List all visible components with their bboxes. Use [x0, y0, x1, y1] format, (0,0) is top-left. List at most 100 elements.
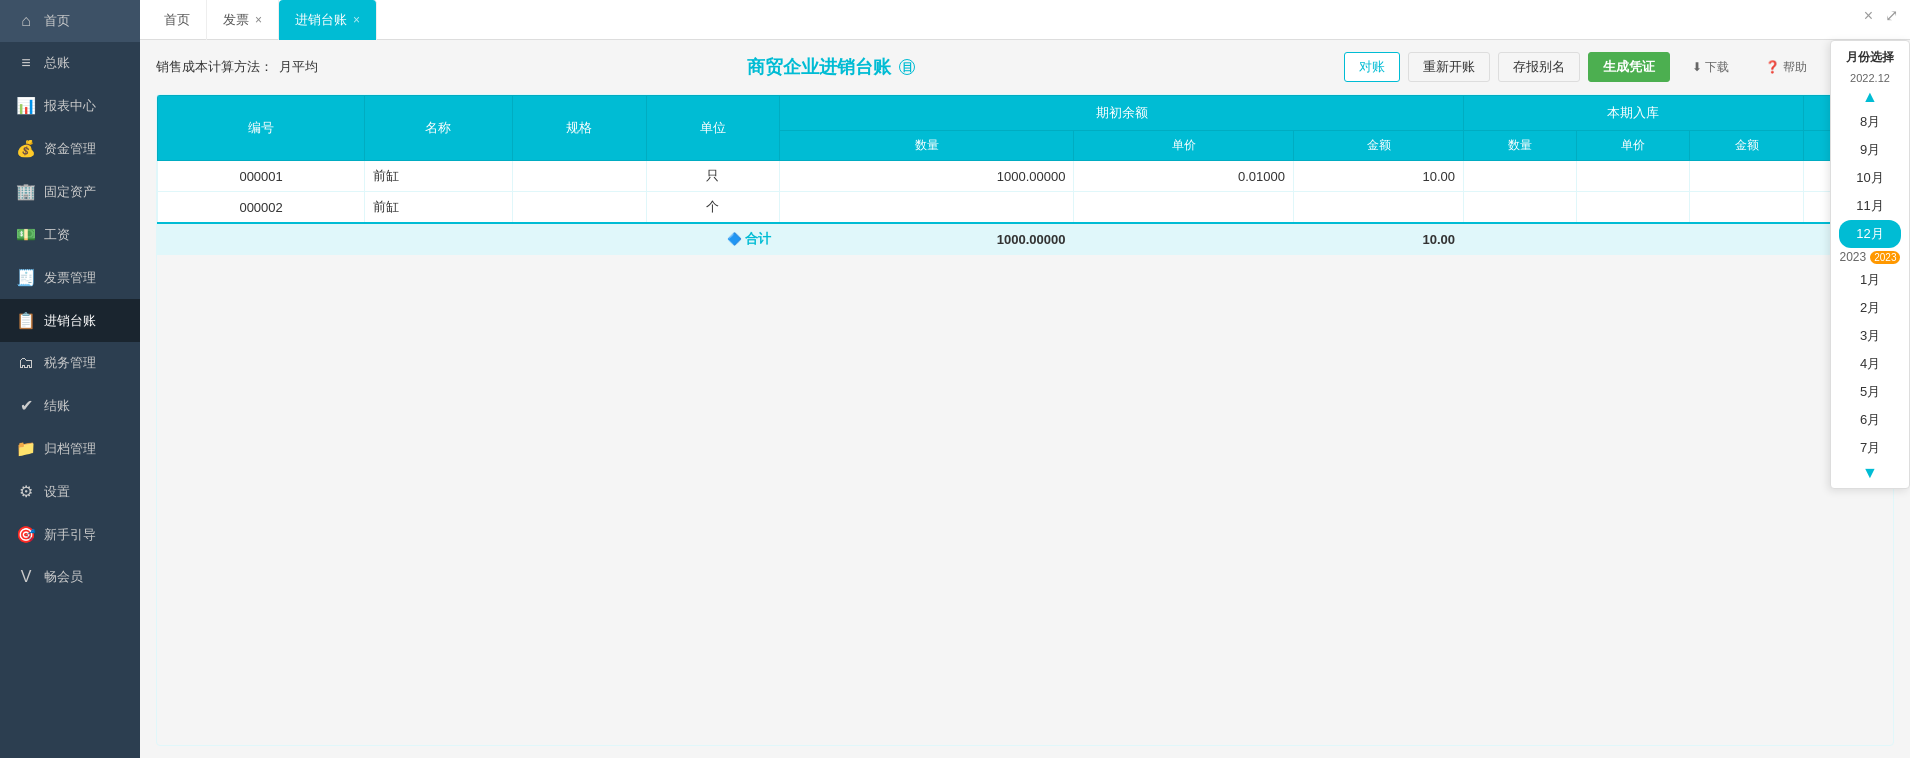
- month-nav-up: ▲: [1831, 86, 1909, 108]
- sidebar-item-label: 结账: [44, 397, 70, 415]
- month-nav-up-button[interactable]: ▲: [1858, 88, 1882, 106]
- col-name-header: 名称: [365, 96, 513, 161]
- sidebar-item-label: 总账: [44, 54, 70, 72]
- month-item-3[interactable]: 3月: [1831, 322, 1909, 350]
- close-accounts-icon: ✔: [16, 396, 36, 415]
- archive-icon: 📁: [16, 439, 36, 458]
- month-item-2[interactable]: 2月: [1831, 294, 1909, 322]
- col-period-amount-header: 金额: [1294, 131, 1464, 161]
- table-body: 000001 前缸 只 1000.00000 0.01000 10.00 000…: [158, 161, 1893, 255]
- reopen-button[interactable]: 重新开账: [1408, 52, 1490, 82]
- col-in-amount-header: 金额: [1690, 131, 1803, 161]
- help-button[interactable]: ❓ 帮助: [1751, 54, 1821, 81]
- month-selector-header: 月份选择: [1831, 45, 1909, 70]
- month-nav-down: ▼: [1831, 462, 1909, 484]
- row-unit: 个: [646, 192, 780, 224]
- cost-method-value: 月平均: [279, 58, 318, 76]
- month-item-4[interactable]: 4月: [1831, 350, 1909, 378]
- tab-invoice-close[interactable]: ×: [255, 13, 262, 27]
- tab-purchase-sales-close[interactable]: ×: [353, 13, 360, 27]
- sidebar-item-vip[interactable]: V 畅会员: [0, 556, 140, 598]
- reconcile-button[interactable]: 对账: [1344, 52, 1400, 82]
- maximize-window-button[interactable]: ⤢: [1881, 4, 1902, 27]
- close-window-button[interactable]: ×: [1860, 5, 1877, 27]
- window-controls: × ⤢: [1852, 0, 1910, 31]
- month-nav-down-button[interactable]: ▼: [1858, 464, 1882, 482]
- col-spec-header: 规格: [512, 96, 646, 161]
- sidebar-item-label: 工资: [44, 226, 70, 244]
- row-period-amount: [1294, 192, 1464, 224]
- tab-bar: 首页 发票 × 进销台账 ×: [140, 0, 1910, 40]
- sidebar-item-archive[interactable]: 📁 归档管理: [0, 427, 140, 470]
- generate-voucher-button[interactable]: 生成凭证: [1588, 52, 1670, 82]
- row-in-amount: [1690, 192, 1803, 224]
- sidebar: ⌂ 首页 ≡ 总账 📊 报表中心 💰 资金管理 🏢 固定资产 💵 工资 🧾 发票…: [0, 0, 140, 758]
- row-in-amount: [1690, 161, 1803, 192]
- month-item-10[interactable]: 10月: [1831, 164, 1909, 192]
- col-current-in-header: 本期入库: [1464, 96, 1804, 131]
- row-period-amount: 10.00: [1294, 161, 1464, 192]
- row-period-price: [1074, 192, 1294, 224]
- page-content: 销售成本计算方法： 月平均 商贸企业进销台账 目 对账 重新开账 存报别名 生成…: [140, 40, 1910, 758]
- data-table: 编号 名称 规格 单位 期初余额 本期入库 数 数量 单价 金额 数量 单价: [157, 95, 1893, 255]
- main-area: × ⤢ 首页 发票 × 进销台账 × 销售成本计算方法： 月平均 商贸企业进销台…: [140, 0, 1910, 758]
- row-code: 000001: [158, 161, 365, 192]
- sidebar-item-guide[interactable]: 🎯 新手引导: [0, 513, 140, 556]
- col-in-qty-header: 数量: [1464, 131, 1577, 161]
- save-alias-button[interactable]: 存报别名: [1498, 52, 1580, 82]
- month-item-9[interactable]: 9月: [1831, 136, 1909, 164]
- row-name: 前缸: [365, 192, 513, 224]
- sidebar-item-reports[interactable]: 📊 报表中心: [0, 84, 140, 127]
- total-period-price: [1074, 223, 1294, 255]
- ledger-icon: ≡: [16, 54, 36, 72]
- sidebar-item-close-accounts[interactable]: ✔ 结账: [0, 384, 140, 427]
- tab-invoice-label: 发票: [223, 11, 249, 29]
- download-label: 下载: [1705, 59, 1729, 76]
- row-spec: [512, 161, 646, 192]
- tab-purchase-sales[interactable]: 进销台账 ×: [279, 0, 377, 40]
- row-in-price: [1577, 161, 1690, 192]
- month-item-12[interactable]: 12月: [1839, 220, 1901, 248]
- action-buttons: 对账 重新开账 存报别名 生成凭证 ⬇ 下载 ❓ 帮助 ↻ 刷新: [1344, 52, 1894, 82]
- tax-icon: 🗂: [16, 354, 36, 372]
- info-icon[interactable]: 目: [899, 59, 915, 75]
- month-item-5[interactable]: 5月: [1831, 378, 1909, 406]
- sidebar-item-label: 归档管理: [44, 440, 96, 458]
- home-icon: ⌂: [16, 12, 36, 30]
- row-unit: 只: [646, 161, 780, 192]
- month-item-7[interactable]: 7月: [1831, 434, 1909, 462]
- row-in-qty: [1464, 192, 1577, 224]
- sidebar-item-payroll[interactable]: 💵 工资: [0, 213, 140, 256]
- month-item-11[interactable]: 11月: [1831, 192, 1909, 220]
- download-button[interactable]: ⬇ 下载: [1678, 54, 1743, 81]
- sidebar-item-label: 设置: [44, 483, 70, 501]
- month-item-8[interactable]: 8月: [1831, 108, 1909, 136]
- year-badge: 2023: [1870, 251, 1900, 264]
- tab-home[interactable]: 首页: [148, 0, 207, 40]
- sidebar-item-tax[interactable]: 🗂 税务管理: [0, 342, 140, 384]
- sidebar-item-invoice-mgmt[interactable]: 🧾 发票管理: [0, 256, 140, 299]
- total-period-amount: 10.00: [1294, 223, 1464, 255]
- total-label: 🔷 合计: [158, 223, 780, 255]
- help-label: 帮助: [1783, 59, 1807, 76]
- row-in-qty: [1464, 161, 1577, 192]
- sidebar-item-purchase-sales[interactable]: 📋 进销台账: [0, 299, 140, 342]
- sidebar-item-settings[interactable]: ⚙ 设置: [0, 470, 140, 513]
- month-item-6[interactable]: 6月: [1831, 406, 1909, 434]
- sidebar-item-label: 资金管理: [44, 140, 96, 158]
- row-period-qty: [780, 192, 1074, 224]
- sidebar-item-funds[interactable]: 💰 资金管理: [0, 127, 140, 170]
- funds-icon: 💰: [16, 139, 36, 158]
- tab-invoice[interactable]: 发票 ×: [207, 0, 279, 40]
- sidebar-item-home[interactable]: ⌂ 首页: [0, 0, 140, 42]
- assets-icon: 🏢: [16, 182, 36, 201]
- col-period-qty-header: 数量: [780, 131, 1074, 161]
- row-code: 000002: [158, 192, 365, 224]
- sidebar-item-ledger[interactable]: ≡ 总账: [0, 42, 140, 84]
- reports-icon: 📊: [16, 96, 36, 115]
- sidebar-item-assets[interactable]: 🏢 固定资产: [0, 170, 140, 213]
- col-in-price-header: 单价: [1577, 131, 1690, 161]
- data-table-container[interactable]: 编号 名称 规格 单位 期初余额 本期入库 数 数量 单价 金额 数量 单价: [156, 94, 1894, 746]
- month-item-1[interactable]: 1月: [1831, 266, 1909, 294]
- total-in-price: [1577, 223, 1690, 255]
